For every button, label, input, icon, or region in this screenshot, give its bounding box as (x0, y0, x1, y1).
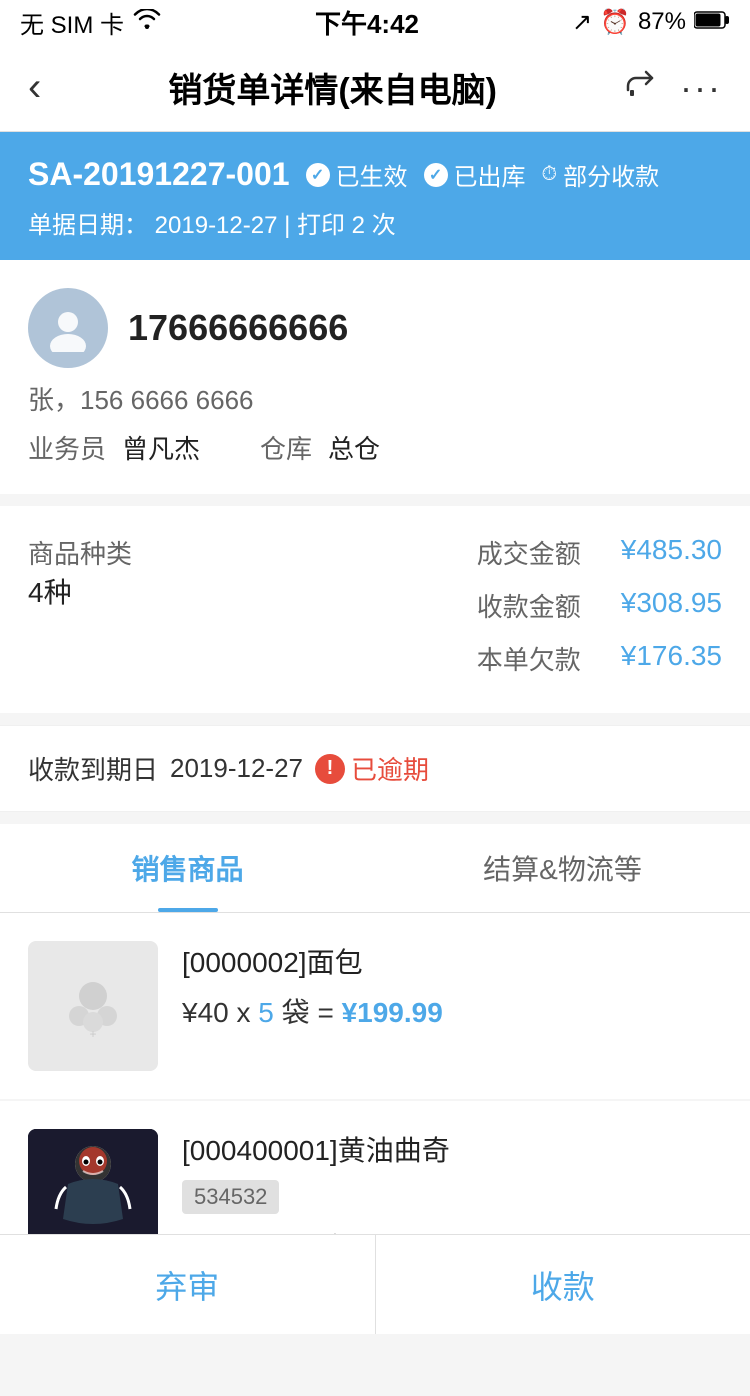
status-shipped: ✓ 已出库 (424, 157, 526, 192)
alarm-icon: ⏰ (600, 8, 630, 37)
confirm-label: 收款 (531, 1262, 595, 1308)
overdue-text: 已逾期 (351, 750, 429, 787)
order-status-row: SA-20191227-001 ✓ 已生效 ✓ 已出库 ⏱ 部分收款 (28, 156, 722, 193)
product-unit-1: 袋 (282, 997, 310, 1028)
due-section: 收款到期日 2019-12-27 ! 已逾期 (0, 725, 750, 812)
tab-settlement-label: 结算&物流等 (483, 854, 642, 885)
page-title: 销货单详情(来自电脑) (168, 63, 497, 112)
product-quantity-1: 5 (258, 997, 274, 1028)
sales-value: 曾凡杰 (122, 429, 200, 466)
status-partial-label: 部分收款 (563, 157, 659, 192)
nav-bar: ‹ 销货单详情(来自电脑) ··· (0, 44, 750, 132)
type-value: 4种 (28, 571, 132, 611)
product-price-row-1: ¥40 x 5 袋 = ¥199.99 (182, 991, 722, 1031)
avatar (28, 288, 108, 368)
battery-level: 87% (638, 8, 686, 36)
check-shipped-icon: ✓ (424, 163, 448, 187)
warehouse-value: 总仓 (328, 429, 380, 466)
svg-text:+: + (89, 1027, 96, 1041)
product-name-2: [000400001]黄油曲奇 (182, 1129, 722, 1169)
warehouse-label: 仓库 (260, 429, 312, 466)
cancel-label: 弃审 (155, 1262, 219, 1308)
order-number: SA-20191227-001 (28, 156, 290, 193)
order-date-row: 单据日期： 2019-12-27 | 打印 2 次 (28, 205, 722, 240)
customer-detail: 张，156 6666 6666 (28, 380, 722, 417)
status-partial: ⏱ 部分收款 (542, 157, 660, 192)
price-eq-1: = (317, 997, 341, 1028)
back-button[interactable]: ‹ (28, 65, 41, 110)
product-card-1: + [0000002]面包 ¥40 x 5 袋 = ¥199.99 (0, 913, 750, 1099)
product-total-1: ¥199.99 (342, 997, 443, 1028)
sales-meta: 业务员 曾凡杰 (28, 429, 200, 466)
tab-products-label: 销售商品 (131, 854, 243, 885)
status-bar: 无 SIM 卡 下午4:42 ↗ ⏰ 87% (0, 0, 750, 44)
type-label: 商品种类 (28, 534, 132, 571)
product-name-1: [0000002]面包 (182, 941, 722, 981)
amount-label: 成交金额 (477, 534, 581, 571)
date-label: 单据日期： (28, 212, 148, 239)
sim-status: 无 SIM 卡 (20, 5, 124, 40)
status-active: ✓ 已生效 (306, 157, 408, 192)
product-type-stat: 商品种类 4种 (28, 534, 132, 611)
amount-stats: 成交金额 ¥485.30 收款金额 ¥308.95 本单欠款 ¥176.35 (477, 534, 722, 685)
nav-actions: ··· (624, 67, 722, 109)
cancel-button[interactable]: 弃审 (0, 1235, 376, 1334)
customer-name: 17666666666 (128, 307, 348, 349)
owed-row: 本单欠款 ¥176.35 (477, 640, 722, 677)
status-right: ↗ ⏰ 87% (572, 8, 730, 37)
amount-row: 成交金额 ¥485.30 (477, 534, 722, 571)
order-date: 2019-12-27 (155, 212, 278, 239)
owed-label: 本单欠款 (477, 640, 581, 677)
stats-section: 商品种类 4种 成交金额 ¥485.30 收款金额 ¥308.95 本单欠款 ¥… (0, 506, 750, 713)
amount-value: ¥485.30 (621, 534, 722, 571)
product-image-1: + (28, 941, 158, 1071)
warehouse-meta: 仓库 总仓 (260, 429, 380, 466)
share-button[interactable] (624, 68, 656, 108)
status-shipped-label: 已出库 (454, 157, 526, 192)
overdue-badge: ! 已逾期 (315, 750, 429, 787)
received-label: 收款金额 (477, 587, 581, 624)
customer-section: 17666666666 张，156 6666 6666 业务员 曾凡杰 仓库 总… (0, 260, 750, 494)
tab-settlement[interactable]: 结算&物流等 (375, 824, 750, 912)
status-left: 无 SIM 卡 (20, 5, 162, 40)
wifi-icon (132, 8, 162, 36)
more-button[interactable]: ··· (680, 67, 722, 109)
clock-icon: ⏱ (542, 163, 558, 186)
order-header: SA-20191227-001 ✓ 已生效 ✓ 已出库 ⏱ 部分收款 单据日期：… (0, 132, 750, 260)
bottom-bar: 弃审 收款 (0, 1234, 750, 1334)
product-sku-2: 534532 (182, 1180, 279, 1214)
status-time: 下午4:42 (315, 4, 419, 41)
received-value: ¥308.95 (621, 587, 722, 624)
customer-row: 17666666666 (28, 288, 722, 368)
sales-label: 业务员 (28, 429, 106, 466)
location-icon: ↗ (572, 8, 592, 37)
price-x-1: x (237, 997, 259, 1028)
owed-value: ¥176.35 (621, 640, 722, 677)
print-info: | 打印 2 次 (284, 212, 396, 239)
status-active-label: 已生效 (336, 157, 408, 192)
tab-products[interactable]: 销售商品 (0, 824, 375, 912)
check-active-icon: ✓ (306, 163, 330, 187)
customer-meta: 业务员 曾凡杰 仓库 总仓 (28, 429, 722, 466)
due-date: 2019-12-27 (170, 753, 303, 784)
product-price-1: ¥40 (182, 997, 229, 1028)
overdue-icon: ! (315, 754, 345, 784)
confirm-button[interactable]: 收款 (376, 1235, 750, 1334)
product-info-1: [0000002]面包 ¥40 x 5 袋 = ¥199.99 (182, 941, 722, 1031)
received-row: 收款金额 ¥308.95 (477, 587, 722, 624)
battery-icon (694, 8, 730, 36)
tabs-section: 销售商品 结算&物流等 (0, 824, 750, 913)
due-label: 收款到期日 (28, 750, 158, 787)
